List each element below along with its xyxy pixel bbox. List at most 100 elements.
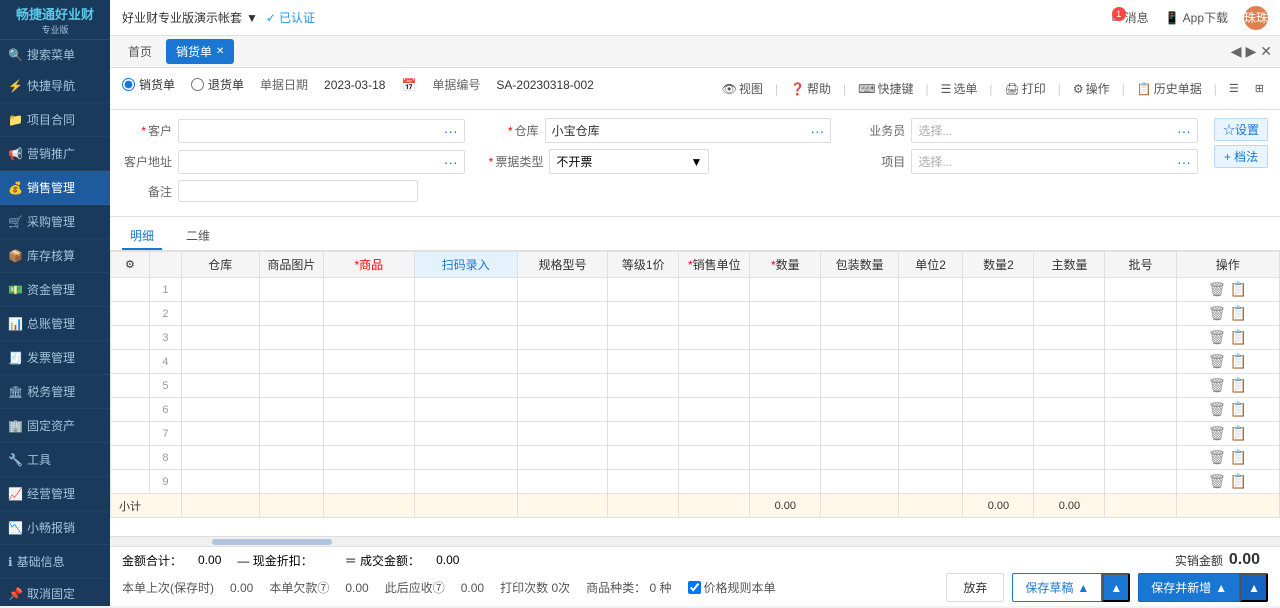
col-spec[interactable]: 规格型号 [517,252,607,278]
save-new-more-btn[interactable]: ▲ [1240,573,1268,602]
salesperson-dots[interactable]: ··· [1177,123,1191,139]
price-check-label[interactable]: 价格规则本单 [688,579,776,596]
table-cell[interactable] [898,278,963,302]
table-cell[interactable] [517,422,607,446]
table-cell[interactable] [750,422,821,446]
table-cell[interactable] [898,470,963,494]
delete-row-btn[interactable]: 🗑 [1208,449,1226,466]
sale-order-radio[interactable]: 销货单 [122,76,175,93]
table-cell[interactable] [1105,470,1176,494]
print-btn[interactable]: 🖨 打印 [1001,78,1050,99]
price-check-input[interactable] [688,581,701,594]
col-img[interactable]: 商品图片 [259,252,324,278]
sidebar-nav-manage[interactable]: 📈 经营管理 [0,477,110,511]
table-cell[interactable] [414,446,517,470]
table-cell[interactable] [182,446,260,470]
table-cell[interactable] [608,446,679,470]
table-cell[interactable] [517,470,607,494]
table-cell[interactable] [1034,302,1105,326]
col-saleunit[interactable]: *销售单位 [679,252,750,278]
table-cell[interactable] [259,326,324,350]
table-cell[interactable] [324,302,414,326]
copy-row-btn[interactable]: 📋 [1230,473,1247,490]
sale-order-input[interactable] [122,78,135,91]
sidebar-nav-ledger[interactable]: 📊 总账管理 [0,307,110,341]
return-order-radio[interactable]: 退货单 [191,76,244,93]
remark-input[interactable] [178,180,418,202]
table-cell[interactable] [821,302,899,326]
calendar-icon[interactable]: 📅 [401,78,416,92]
table-cell[interactable] [608,278,679,302]
table-cell[interactable] [608,422,679,446]
tab-next-btn[interactable]: ▶ [1245,43,1256,60]
table-cell[interactable] [679,398,750,422]
tab-close-all-btn[interactable]: ✕ [1260,43,1272,60]
table-cell[interactable] [963,302,1034,326]
help-btn[interactable]: ❓ 帮助 [786,78,835,99]
table-cell[interactable] [821,374,899,398]
table-cell[interactable] [608,326,679,350]
table-cell[interactable] [1105,398,1176,422]
table-cell[interactable] [259,350,324,374]
sidebar-pin-toggle[interactable]: 📌 取消固定 [0,579,110,608]
project-input[interactable]: 选择... ··· [911,149,1198,174]
table-cell[interactable] [898,302,963,326]
col-warehouse[interactable]: 仓库 [182,252,260,278]
table-cell[interactable] [414,302,517,326]
table-cell[interactable] [898,398,963,422]
table-cell[interactable] [963,278,1034,302]
project-dots[interactable]: ··· [1177,154,1191,170]
table-cell[interactable] [517,350,607,374]
tab-sale-order[interactable]: 销货单 ✕ [166,39,234,64]
table-cell[interactable] [963,470,1034,494]
table-cell[interactable] [750,446,821,470]
table-cell[interactable] [182,374,260,398]
delete-row-btn[interactable]: 🗑 [1208,425,1226,442]
table-cell[interactable] [414,398,517,422]
view-mode-btn2[interactable]: ⊞ [1251,80,1268,97]
table-cell[interactable] [750,350,821,374]
select-btn[interactable]: ☰ 选单 [937,78,982,99]
tab-detail[interactable]: 明细 [122,223,162,250]
table-cell[interactable] [750,374,821,398]
table-cell[interactable] [517,302,607,326]
table-cell[interactable] [324,398,414,422]
messages-btn[interactable]: ✉ 1 消息 [1112,9,1149,26]
table-cell[interactable] [679,422,750,446]
table-cell[interactable] [963,374,1034,398]
table-cell[interactable] [259,422,324,446]
col-qty[interactable]: *数量 [750,252,821,278]
table-cell[interactable] [414,470,517,494]
table-cell[interactable] [750,278,821,302]
table-cell[interactable] [517,374,607,398]
sidebar-nav-project[interactable]: 📁 项目合同 [0,103,110,137]
return-order-input[interactable] [191,78,204,91]
address-input[interactable]: ··· [178,150,465,174]
company-selector[interactable]: 好业财专业版演示帐套 ▼ [122,9,258,26]
table-cell[interactable] [182,350,260,374]
salesperson-input[interactable]: 选择... ··· [911,118,1198,143]
scroll-thumb[interactable] [212,539,332,545]
table-cell[interactable] [324,374,414,398]
table-cell[interactable] [963,350,1034,374]
table-cell[interactable] [1034,470,1105,494]
table-cell[interactable] [821,446,899,470]
col-qty2[interactable]: 数量2 [963,252,1034,278]
table-cell[interactable] [414,278,517,302]
table-cell[interactable] [679,326,750,350]
sidebar-nav-tax[interactable]: 🏛 税务管理 [0,375,110,409]
table-cell[interactable] [679,446,750,470]
table-cell[interactable] [679,350,750,374]
copy-row-btn[interactable]: 📋 [1230,449,1247,466]
table-cell[interactable] [963,422,1034,446]
delete-row-btn[interactable]: 🗑 [1208,473,1226,490]
delete-row-btn[interactable]: 🗑 [1208,329,1226,346]
copy-row-btn[interactable]: 📋 [1230,329,1247,346]
sidebar-nav-quicknav[interactable]: ⚡ 快捷导航 [0,69,110,103]
table-cell[interactable] [517,278,607,302]
copy-row-btn[interactable]: 📋 [1230,377,1247,394]
col-product[interactable]: *商品 [324,252,414,278]
sidebar-nav-inventory[interactable]: 📦 库存核算 [0,239,110,273]
sidebar-nav-expense[interactable]: 📉 小畅报销 [0,511,110,545]
table-cell[interactable] [750,302,821,326]
